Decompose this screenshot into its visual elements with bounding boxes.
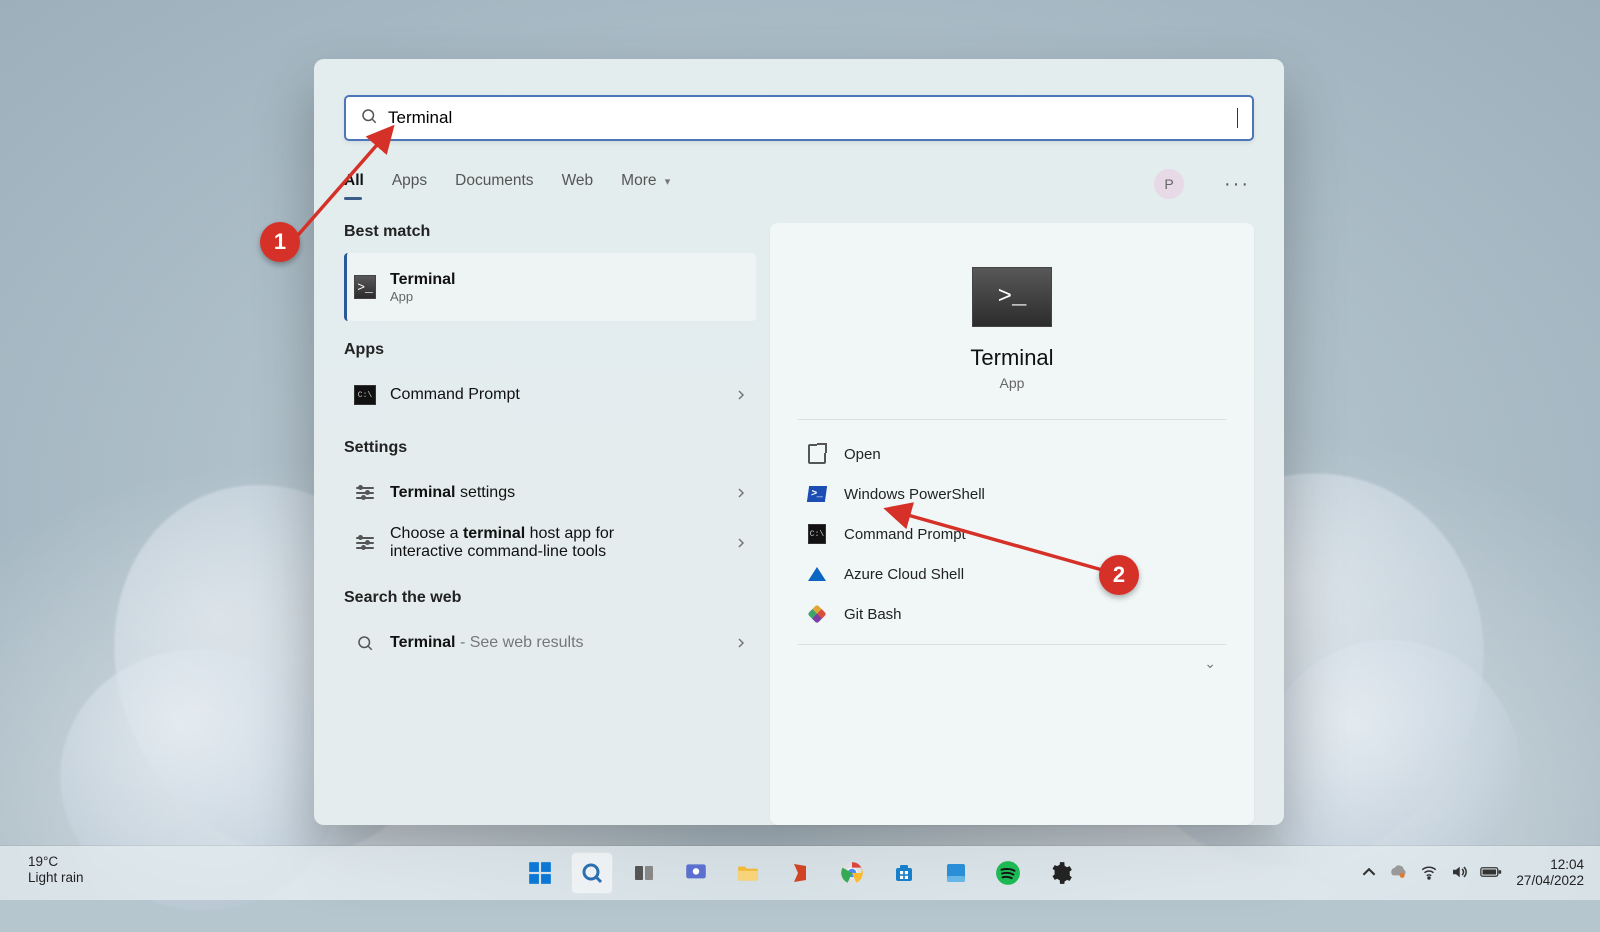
taskbar-app-blue[interactable] bbox=[935, 852, 977, 894]
result-terminal-settings[interactable]: Terminal settings bbox=[344, 469, 756, 517]
expand-actions[interactable]: ⌄ bbox=[798, 644, 1226, 681]
action-label: Open bbox=[844, 446, 881, 463]
heading-search-web: Search the web bbox=[344, 589, 756, 607]
command-prompt-icon: C:\ bbox=[808, 525, 826, 543]
search-icon bbox=[360, 107, 378, 130]
search-input[interactable] bbox=[378, 107, 1237, 129]
result-command-prompt[interactable]: C:\ Command Prompt bbox=[344, 371, 756, 419]
account-avatar[interactable]: P bbox=[1154, 169, 1184, 199]
detail-title: Terminal bbox=[970, 345, 1053, 371]
taskbar-clock[interactable]: 12:04 27/04/2022 bbox=[1516, 857, 1584, 889]
tab-documents[interactable]: Documents bbox=[455, 172, 533, 196]
text-caret bbox=[1237, 108, 1238, 128]
taskbar-weather[interactable]: 19°C Light rain bbox=[28, 854, 84, 886]
taskbar-settings[interactable] bbox=[1039, 852, 1081, 894]
powershell-icon: >_ bbox=[808, 485, 826, 503]
open-external-icon bbox=[808, 445, 826, 463]
annotation-badge-2: 2 bbox=[1099, 555, 1139, 595]
tab-more[interactable]: More ▾ bbox=[621, 172, 670, 196]
result-title: Terminal settings bbox=[390, 484, 515, 502]
detail-subtitle: App bbox=[1000, 375, 1025, 391]
taskbar-spotify[interactable] bbox=[987, 852, 1029, 894]
taskbar-search-button[interactable] bbox=[571, 852, 613, 894]
results-column: Best match >_ Terminal App Apps C:\ Comm… bbox=[344, 223, 756, 825]
result-subtitle: App bbox=[390, 289, 456, 305]
chevron-down-icon: ⌄ bbox=[1204, 655, 1216, 672]
tab-web[interactable]: Web bbox=[562, 172, 594, 196]
tab-apps[interactable]: Apps bbox=[392, 172, 427, 196]
action-azure-cloud-shell[interactable]: Azure Cloud Shell bbox=[798, 554, 1226, 594]
result-choose-terminal-host[interactable]: Choose a terminal host app for interacti… bbox=[344, 517, 756, 569]
result-title: Choose a terminal host app for interacti… bbox=[390, 525, 690, 561]
onedrive-icon[interactable] bbox=[1388, 865, 1408, 882]
action-label: Windows PowerShell bbox=[844, 486, 985, 503]
heading-settings: Settings bbox=[344, 439, 756, 457]
taskbar-task-view[interactable] bbox=[623, 852, 665, 894]
git-bash-icon bbox=[808, 605, 826, 623]
clock-date: 27/04/2022 bbox=[1516, 873, 1584, 889]
action-command-prompt[interactable]: C:\ Command Prompt bbox=[798, 514, 1226, 554]
chevron-down-icon: ▾ bbox=[665, 176, 671, 188]
chevron-right-icon bbox=[736, 388, 746, 403]
chevron-right-icon bbox=[736, 486, 746, 501]
action-powershell[interactable]: >_ Windows PowerShell bbox=[798, 474, 1226, 514]
weather-temp: 19°C bbox=[28, 854, 84, 870]
taskbar-office[interactable] bbox=[779, 852, 821, 894]
start-search-panel: All Apps Documents Web More ▾ P ··· Best… bbox=[314, 59, 1284, 825]
taskbar-store[interactable] bbox=[883, 852, 925, 894]
action-label: Azure Cloud Shell bbox=[844, 566, 964, 583]
annotation-badge-1: 1 bbox=[260, 222, 300, 262]
volume-icon[interactable] bbox=[1450, 863, 1468, 884]
settings-sliders-icon bbox=[356, 487, 374, 499]
action-label: Git Bash bbox=[844, 606, 902, 623]
terminal-icon: >_ bbox=[972, 267, 1052, 327]
result-title: Terminal - See web results bbox=[390, 634, 584, 652]
overflow-menu-button[interactable]: ··· bbox=[1220, 173, 1254, 196]
result-web-search[interactable]: Terminal - See web results bbox=[344, 619, 756, 667]
search-icon bbox=[354, 632, 376, 654]
settings-sliders-icon bbox=[356, 537, 374, 549]
taskbar-chat[interactable] bbox=[675, 852, 717, 894]
result-title: Command Prompt bbox=[390, 386, 520, 404]
result-terminal-app[interactable]: >_ Terminal App bbox=[344, 253, 756, 321]
chevron-right-icon bbox=[736, 636, 746, 651]
action-label: Command Prompt bbox=[844, 526, 966, 543]
taskbar-file-explorer[interactable] bbox=[727, 852, 769, 894]
search-bar[interactable] bbox=[344, 95, 1254, 141]
terminal-icon: >_ bbox=[354, 275, 376, 299]
battery-icon[interactable] bbox=[1480, 865, 1502, 882]
heading-apps: Apps bbox=[344, 341, 756, 359]
start-button[interactable] bbox=[519, 852, 561, 894]
weather-condition: Light rain bbox=[28, 870, 84, 886]
action-git-bash[interactable]: Git Bash bbox=[798, 594, 1226, 634]
heading-best-match: Best match bbox=[344, 223, 756, 241]
result-title: Terminal bbox=[390, 270, 456, 289]
chevron-right-icon bbox=[736, 536, 746, 551]
detail-panel: >_ Terminal App Open >_ Windows PowerShe… bbox=[770, 223, 1254, 825]
tray-overflow-icon[interactable] bbox=[1362, 865, 1376, 882]
search-tabs: All Apps Documents Web More ▾ P ··· bbox=[344, 169, 1254, 199]
taskbar: 19°C Light rain bbox=[0, 846, 1600, 900]
taskbar-chrome[interactable] bbox=[831, 852, 873, 894]
tab-all[interactable]: All bbox=[344, 172, 364, 196]
azure-icon bbox=[808, 565, 826, 583]
action-open[interactable]: Open bbox=[798, 434, 1226, 474]
wifi-icon[interactable] bbox=[1420, 863, 1438, 884]
clock-time: 12:04 bbox=[1550, 857, 1584, 873]
command-prompt-icon: C:\ bbox=[354, 385, 376, 405]
